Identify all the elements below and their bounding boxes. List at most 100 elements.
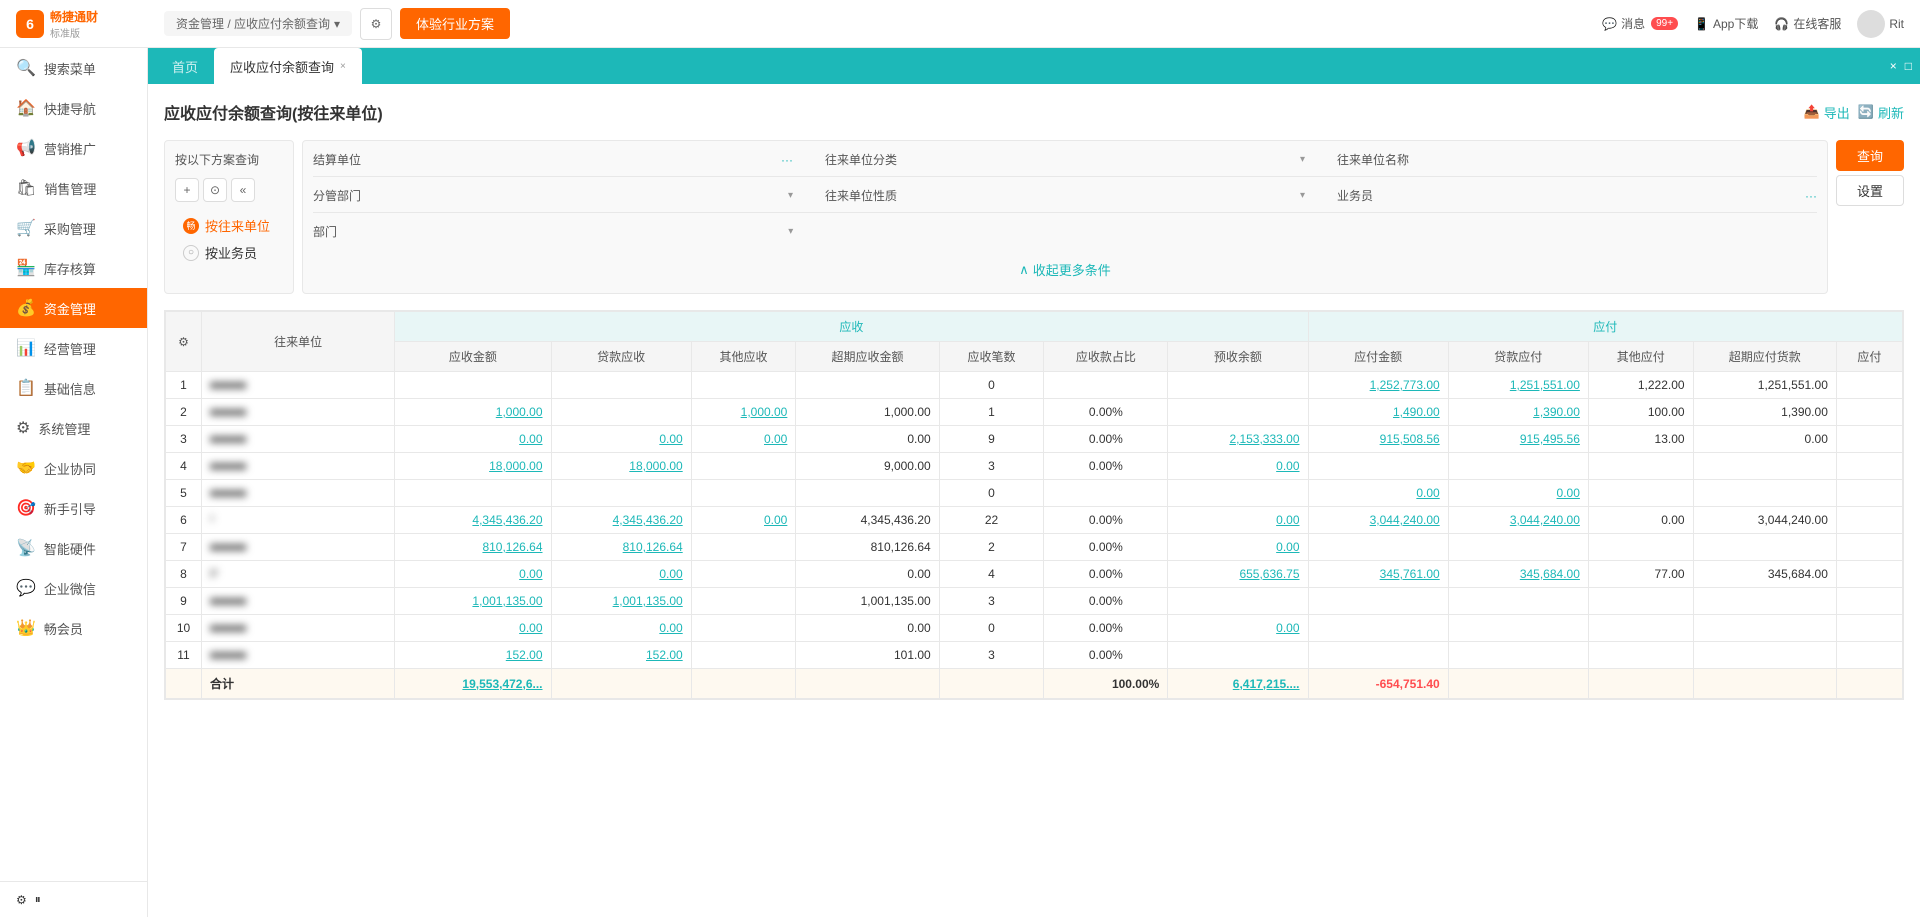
- filter-row-2: 分管部门 ▾ 往来单位性质 ▾ 业务员 ···: [313, 187, 1817, 213]
- nav-breadcrumb[interactable]: 资金管理 / 应收应付余额查询 ▾: [164, 11, 352, 36]
- export-label: 导出: [1824, 103, 1850, 122]
- settings-gear-btn[interactable]: ⚙: [360, 8, 392, 40]
- sidebar-label-sales: 销售管理: [44, 179, 96, 198]
- sidebar-item-member[interactable]: 👑 畅会员: [0, 608, 147, 648]
- total-row: 合计 19,553,472,6... 100.00% 6,417,215....…: [166, 669, 1903, 699]
- col-settings-header[interactable]: ⚙: [166, 312, 202, 372]
- sidebar-item-hardware[interactable]: 📡 智能硬件: [0, 528, 147, 568]
- download-icon: 📱: [1694, 17, 1709, 31]
- top-bar: 6 畅捷通财 标准版 资金管理 / 应收应付余额查询 ▾ ⚙ 体验行业方案 💬 …: [0, 0, 1920, 48]
- col-prepaid: 预收余额: [1168, 342, 1308, 372]
- query-btn[interactable]: 查询: [1836, 140, 1904, 171]
- col-receivable-group: 应收: [395, 312, 1308, 342]
- message-btn[interactable]: 💬 消息 99+: [1602, 15, 1678, 32]
- scheme-item-partner[interactable]: 畅 按往来单位: [175, 212, 283, 239]
- top-nav-area: 资金管理 / 应收应付余额查询 ▾ ⚙ 体验行业方案: [164, 8, 1602, 40]
- table-row: 7■■■■■810,126.64810,126.64810,126.6420.0…: [166, 534, 1903, 561]
- table-row: 8P0.000.000.0040.00%655,636.75345,761.00…: [166, 561, 1903, 588]
- sidebar-label-wechat: 企业微信: [44, 579, 96, 598]
- sidebar-item-guide[interactable]: 🎯 新手引导: [0, 488, 147, 528]
- col-partner-header: 往来单位: [202, 312, 395, 372]
- user-avatar: [1857, 10, 1885, 38]
- query-buttons-panel: 查询 设置: [1836, 140, 1904, 294]
- collapse-more-btn[interactable]: ∧ 收起更多条件: [1015, 256, 1115, 283]
- dept-label: 分管部门: [313, 187, 368, 204]
- gear-icon: ⚙: [371, 17, 382, 31]
- sidebar-item-inventory[interactable]: 🏪 库存核算: [0, 248, 147, 288]
- solution-btn[interactable]: 体验行业方案: [400, 8, 510, 39]
- field-partner-nature: 往来单位性质 ▾: [809, 187, 1321, 213]
- top-actions: 💬 消息 99+ 📱 App下载 🎧 在线客服 Rit: [1602, 10, 1904, 38]
- tab-current[interactable]: 应收应付余额查询 ×: [214, 48, 362, 84]
- scheme-item-salesperson[interactable]: ○ 按业务员: [175, 239, 283, 266]
- refresh-btn[interactable]: 🔄 刷新: [1858, 103, 1904, 122]
- sidebar-item-marketing[interactable]: 📢 营销推广: [0, 128, 147, 168]
- settlement-dots-btn[interactable]: ···: [781, 153, 793, 167]
- filter-schemes-panel: 按以下方案查询 + ⊙ « 畅 按往来单位 ○ 按业务员: [164, 140, 294, 294]
- filter-add-btn[interactable]: +: [175, 178, 199, 202]
- field-partner-category: 往来单位分类 ▾: [809, 151, 1321, 177]
- col-loan-rec: 贷款应收: [551, 342, 691, 372]
- sidebar-item-management[interactable]: 📊 经营管理: [0, 328, 147, 368]
- app-download-btn[interactable]: 📱 App下载: [1694, 15, 1758, 32]
- field-partner-name: 往来单位名称: [1321, 151, 1817, 177]
- filter-settings-display-btn[interactable]: 设置: [1836, 175, 1904, 206]
- salesperson-dots-btn[interactable]: ···: [1805, 189, 1817, 203]
- tab-minimize-icon[interactable]: ×: [1890, 59, 1897, 73]
- finance-icon: 💰: [16, 298, 36, 318]
- col-rec-count: 应收笔数: [939, 342, 1044, 372]
- sidebar-label-marketing: 营销推广: [44, 139, 96, 158]
- sidebar-item-finance[interactable]: 💰 资金管理: [0, 288, 147, 328]
- sidebar-item-basic[interactable]: 📋 基础信息: [0, 368, 147, 408]
- scheme-dot-partner: 畅: [183, 218, 199, 234]
- export-btn[interactable]: 📤 导出: [1804, 103, 1850, 122]
- tab-home[interactable]: 首页: [156, 48, 214, 84]
- total-overdue-rec: [796, 669, 939, 699]
- sidebar-item-sales[interactable]: 🛍 销售管理: [0, 168, 147, 208]
- sidebar-item-collab[interactable]: 🤝 企业协同: [0, 448, 147, 488]
- main-content: 首页 应收应付余额查询 × × □ 应收应付余额查询(按往来单位) 📤 导出 🔄…: [148, 48, 1920, 917]
- sidebar-item-search[interactable]: 🔍 搜索菜单: [0, 48, 147, 88]
- sidebar-item-system[interactable]: ⚙ 系统管理: [0, 408, 147, 448]
- total-loan-pay: [1448, 669, 1588, 699]
- sidebar-label-system: 系统管理: [38, 419, 90, 438]
- total-overdue-pay: [1693, 669, 1836, 699]
- tab-home-label: 首页: [172, 57, 198, 76]
- sidebar-item-wechat[interactable]: 💬 企业微信: [0, 568, 147, 608]
- management-icon: 📊: [16, 338, 36, 358]
- sidebar-label-finance: 资金管理: [44, 299, 96, 318]
- settings-bottom-icon[interactable]: ⚙: [16, 893, 27, 907]
- sidebar-item-purchase[interactable]: 🛒 采购管理: [0, 208, 147, 248]
- scheme-label-partner: 按往来单位: [205, 216, 270, 235]
- sidebar-item-nav[interactable]: 🏠 快捷导航: [0, 88, 147, 128]
- breadcrumb-text: 资金管理 / 应收应付余额查询: [176, 15, 330, 32]
- collab-icon: 🤝: [16, 458, 36, 478]
- purchase-icon: 🛒: [16, 218, 36, 238]
- app-download-label: App下载: [1713, 15, 1758, 32]
- total-other-pay: [1588, 669, 1693, 699]
- collapse-btn-row: ∧ 收起更多条件: [313, 256, 1817, 283]
- col-rec-ratio: 应收款占比: [1044, 342, 1168, 372]
- partner-name-label: 往来单位名称: [1337, 151, 1409, 168]
- partner-category-label: 往来单位分类: [825, 151, 897, 168]
- sidebar-label-guide: 新手引导: [44, 499, 96, 518]
- tab-maximize-icon[interactable]: □: [1905, 59, 1912, 73]
- dept-arrow: ▾: [788, 190, 793, 201]
- filter-collapse-btn[interactable]: «: [231, 178, 255, 202]
- table-settings-icon[interactable]: ⚙: [178, 335, 189, 349]
- table-row: 10■■■■■0.000.000.0000.00%0.00: [166, 615, 1903, 642]
- page-title: 应收应付余额查询(按往来单位): [164, 100, 383, 124]
- online-service-btn[interactable]: 🎧 在线客服: [1774, 15, 1841, 32]
- col-overdue-rec: 超期应收金额: [796, 342, 939, 372]
- table-row: 1■■■■■01,252,773.001,251,551.001,222.001…: [166, 372, 1903, 399]
- filter-settings-btn[interactable]: ⊙: [203, 178, 227, 202]
- sidebar-label-purchase: 采购管理: [44, 219, 96, 238]
- inventory-icon: 🏪: [16, 258, 36, 278]
- filter-header-title: 按以下方案查询: [175, 151, 259, 168]
- collapse-sidebar-btn[interactable]: ⏸: [35, 892, 41, 907]
- breadcrumb-arrow: ▾: [334, 17, 340, 31]
- user-menu[interactable]: Rit: [1857, 10, 1904, 38]
- tab-close-icon[interactable]: ×: [340, 61, 346, 72]
- data-table-container: ⚙ 往来单位 应收 应付 应收金额 贷款应收 其他应收 超期应收金额 应收笔数 …: [164, 310, 1904, 700]
- app-name: 畅捷通财: [50, 8, 98, 25]
